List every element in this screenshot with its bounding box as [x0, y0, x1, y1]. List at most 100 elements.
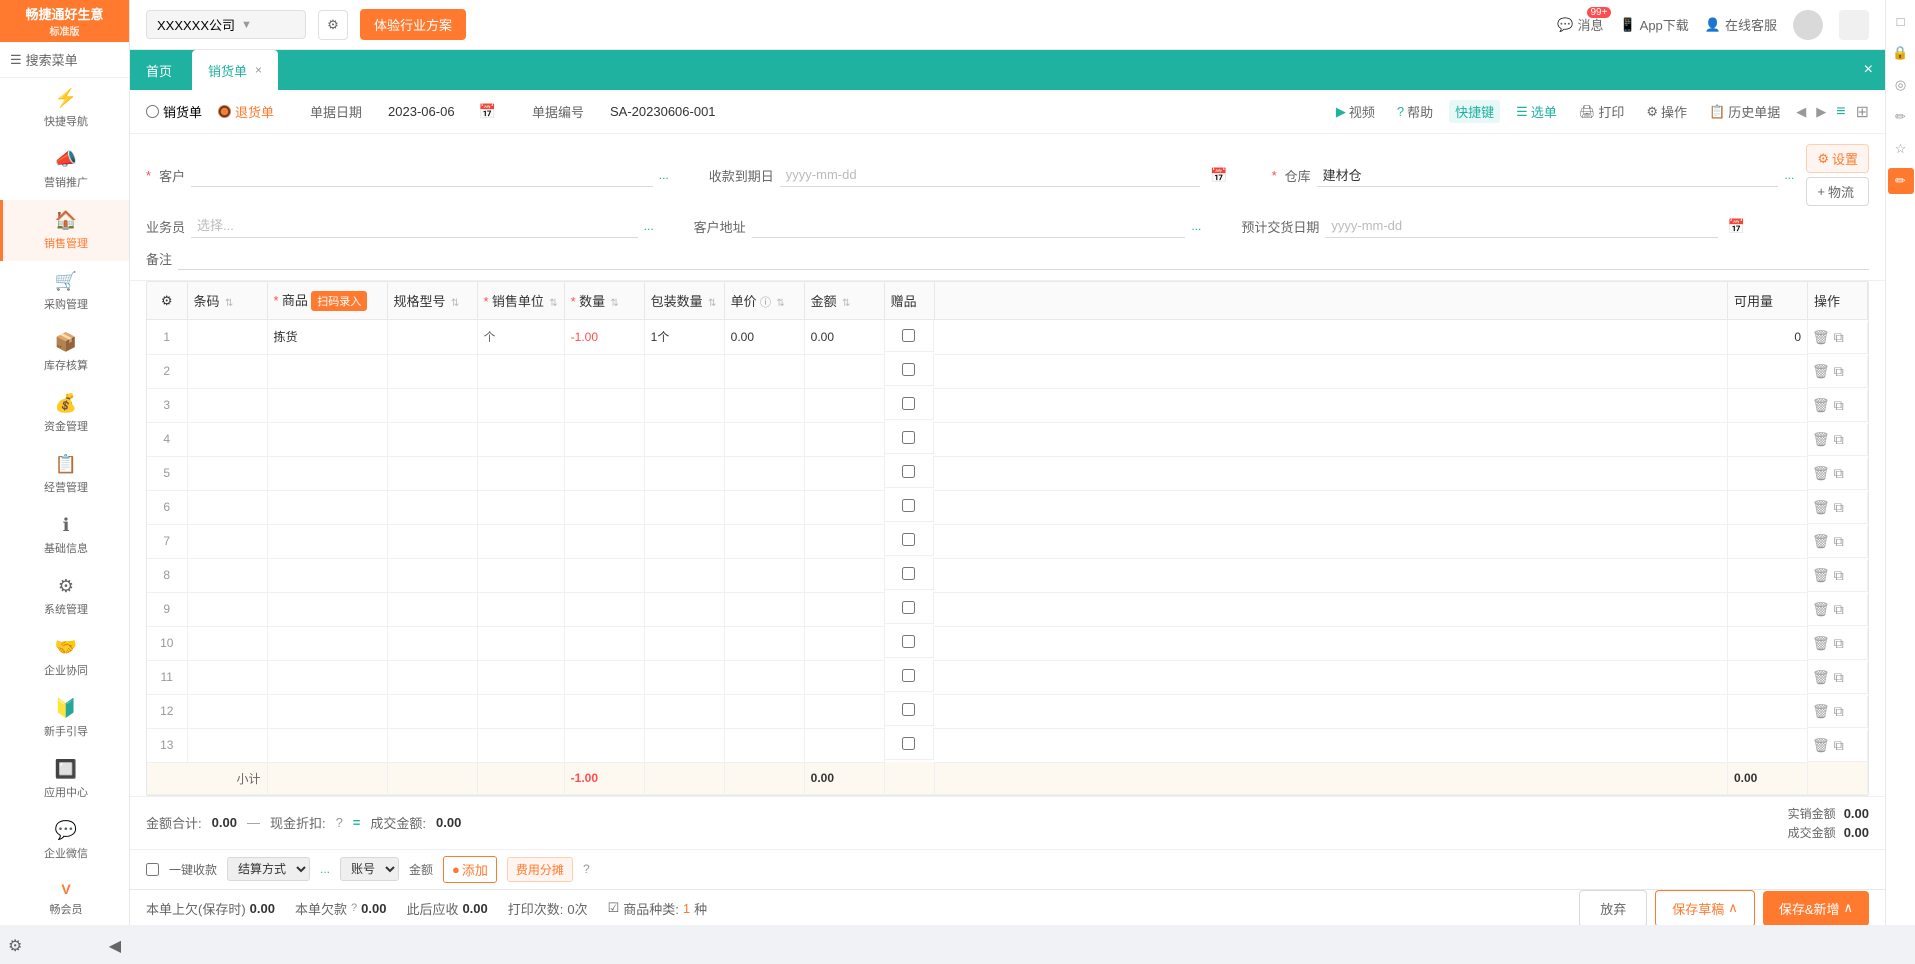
gift-checkbox[interactable] — [902, 431, 915, 444]
help-circle-icon[interactable]: ? — [336, 815, 343, 830]
row-barcode[interactable] — [187, 456, 267, 490]
setting-button[interactable]: ⚙ 设置 — [1806, 144, 1869, 173]
save-new-button[interactable]: 保存&新增 ∧ — [1763, 891, 1869, 926]
row-spec[interactable] — [387, 456, 477, 490]
barcode-input[interactable] — [194, 398, 261, 412]
sidebar-item-system[interactable]: ⚙ 系统管理 — [0, 566, 129, 627]
row-price[interactable] — [724, 490, 804, 524]
row-gift[interactable] — [885, 558, 935, 590]
gift-checkbox[interactable] — [902, 329, 915, 342]
row-product[interactable] — [267, 388, 387, 422]
online-service-button[interactable]: 👤 在线客服 — [1705, 15, 1777, 34]
spec-sort-icon[interactable]: ⇅ — [451, 298, 459, 309]
account-select[interactable]: 账号 — [340, 857, 399, 881]
delete-icon[interactable]: 🗑 — [1812, 567, 1830, 584]
remark-input[interactable] — [178, 246, 1869, 270]
delete-icon[interactable]: 🗑 — [1812, 601, 1830, 618]
salesperson-input[interactable] — [191, 214, 638, 238]
row-product[interactable] — [267, 728, 387, 762]
copy-icon[interactable]: ⧉ — [1834, 737, 1844, 754]
row-spec[interactable] — [387, 694, 477, 728]
row-amount[interactable] — [804, 558, 884, 592]
delete-icon[interactable]: 🗑 — [1812, 465, 1830, 482]
gift-checkbox[interactable] — [902, 669, 915, 682]
row-qty[interactable] — [564, 558, 644, 592]
row-price[interactable] — [724, 422, 804, 456]
row-qty[interactable] — [564, 490, 644, 524]
shortcut-btn[interactable]: 快捷键 — [1449, 100, 1500, 123]
sidebar-item-wechat[interactable]: 💬 企业微信 — [0, 810, 129, 871]
sidebar-settings-icon[interactable]: ⚙ — [8, 936, 22, 956]
row-product[interactable] — [267, 354, 387, 388]
due-date-calendar-icon[interactable]: 📅 — [1206, 167, 1231, 184]
row-qty[interactable] — [564, 660, 644, 694]
gift-checkbox[interactable] — [902, 533, 915, 546]
delete-icon[interactable]: 🗑 — [1812, 533, 1830, 550]
copy-icon[interactable]: ⧉ — [1834, 499, 1844, 516]
sidebar-item-collab[interactable]: 🤝 企业协同 — [0, 627, 129, 688]
operation-btn[interactable]: ⚙ 操作 — [1640, 100, 1693, 123]
row-amount[interactable] — [804, 592, 884, 626]
copy-icon[interactable]: ⧉ — [1834, 567, 1844, 584]
row-product[interactable] — [267, 490, 387, 524]
barcode-input[interactable] — [194, 466, 261, 480]
abandon-button[interactable]: 放弃 — [1579, 890, 1647, 926]
row-gift[interactable] — [885, 728, 935, 760]
sidebar-item-business[interactable]: 📋 经营管理 — [0, 444, 129, 505]
row-barcode[interactable] — [187, 694, 267, 728]
row-gift[interactable] — [885, 660, 935, 692]
row-spec[interactable] — [387, 660, 477, 694]
gift-checkbox[interactable] — [902, 635, 915, 648]
copy-icon[interactable]: ⧉ — [1834, 669, 1844, 686]
row-price[interactable]: 0.00 — [724, 320, 804, 355]
tab-right-close[interactable]: × — [1852, 61, 1885, 79]
expected-date-calendar-icon[interactable]: 📅 — [1724, 218, 1749, 235]
row-price[interactable] — [724, 456, 804, 490]
row-product[interactable] — [267, 524, 387, 558]
sidebar-item-basic[interactable]: ℹ 基础信息 — [0, 505, 129, 566]
expected-date-input[interactable] — [1325, 214, 1717, 238]
total-owe-help[interactable]: ? — [351, 902, 357, 914]
barcode-input[interactable] — [194, 364, 261, 378]
row-amount[interactable] — [804, 422, 884, 456]
tab-home[interactable]: 首页 — [130, 50, 188, 90]
row-gift[interactable] — [885, 354, 935, 386]
row-amount[interactable] — [804, 354, 884, 388]
barcode-sort-icon[interactable]: ⇅ — [225, 298, 233, 309]
delete-icon[interactable]: 🗑 — [1812, 737, 1830, 754]
row-spec[interactable] — [387, 728, 477, 762]
row-spec[interactable] — [387, 388, 477, 422]
col-settings-icon[interactable]: ⚙ — [161, 293, 173, 308]
unit-sort-icon[interactable]: ⇅ — [549, 298, 557, 309]
fee-help-icon[interactable]: ? — [583, 862, 590, 876]
row-barcode[interactable] — [187, 728, 267, 762]
row-spec[interactable] — [387, 626, 477, 660]
row-amount[interactable]: 0.00 — [804, 320, 884, 355]
rt-btn-5[interactable]: ☆ — [1888, 136, 1914, 162]
row-barcode[interactable] — [187, 422, 267, 456]
delete-icon[interactable]: 🗑 — [1812, 363, 1830, 380]
row-amount[interactable] — [804, 388, 884, 422]
row-price[interactable] — [724, 728, 804, 762]
sidebar-item-purchase[interactable]: 🛒 采购管理 — [0, 261, 129, 322]
nav-next-icon[interactable]: ▶ — [1816, 104, 1826, 120]
nav-prev-icon[interactable]: ◀ — [1796, 104, 1806, 120]
gift-checkbox[interactable] — [902, 465, 915, 478]
view-grid-icon[interactable]: ⊞ — [1856, 102, 1869, 122]
barcode-input[interactable] — [194, 500, 261, 514]
copy-icon[interactable]: ⧉ — [1834, 465, 1844, 482]
row-qty[interactable]: -1.00 — [564, 320, 644, 355]
row-price[interactable] — [724, 592, 804, 626]
row-price[interactable] — [724, 558, 804, 592]
rt-btn-2[interactable]: 🔒 — [1888, 40, 1914, 66]
row-gift[interactable] — [885, 320, 935, 352]
row-price[interactable] — [724, 626, 804, 660]
row-product[interactable] — [267, 694, 387, 728]
customer-addr-dots[interactable]: ... — [1191, 219, 1201, 233]
row-barcode[interactable] — [187, 524, 267, 558]
row-qty[interactable] — [564, 592, 644, 626]
delete-icon[interactable]: 🗑 — [1812, 669, 1830, 686]
sidebar-item-sales[interactable]: 🏠 销售管理 — [0, 200, 129, 261]
rt-btn-6[interactable]: ✏ — [1888, 168, 1914, 194]
select-btn[interactable]: ☰ 选单 — [1510, 100, 1563, 123]
